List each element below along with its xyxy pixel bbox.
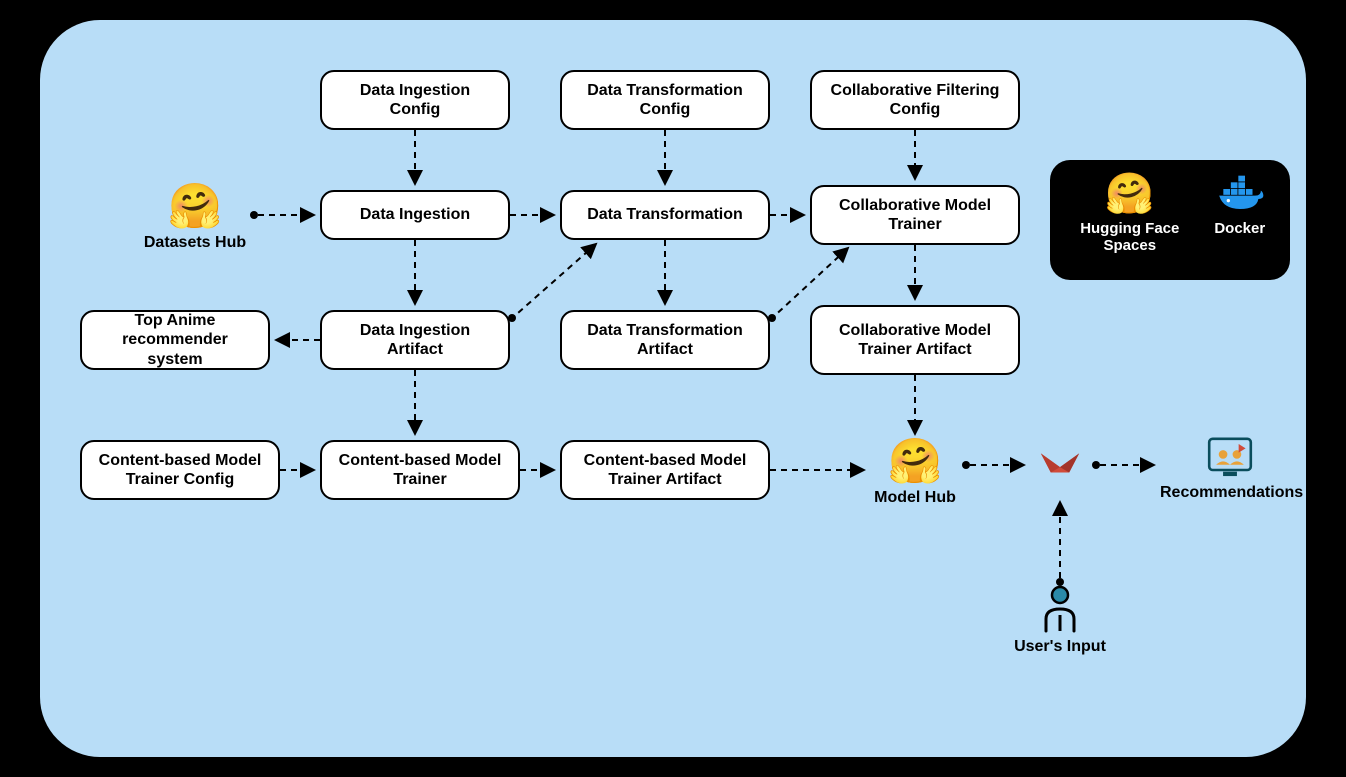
node-label: Data Transformation	[587, 205, 743, 224]
hugging-face-icon: 🤗	[1105, 174, 1155, 214]
hugging-face-icon: 🤗	[140, 185, 250, 229]
icon-caption: Datasets Hub	[140, 233, 250, 252]
node-label: Data Transformation Config	[574, 81, 756, 119]
deploy-label: Docker	[1214, 220, 1265, 237]
node-label: Data Transformation Artifact	[574, 321, 756, 359]
deploy-hf-spaces: 🤗 Hugging Face Spaces	[1075, 174, 1185, 254]
node-data-transformation: Data Transformation	[560, 190, 770, 240]
node-data-transformation-config: Data Transformation Config	[560, 70, 770, 130]
node-label: Data Ingestion Artifact	[334, 321, 496, 359]
icon-caption: User's Input	[1010, 637, 1110, 656]
user-icon	[1040, 585, 1080, 633]
diagram-canvas: Data Ingestion Config Data Transformatio…	[40, 20, 1306, 757]
node-data-ingestion-config: Data Ingestion Config	[320, 70, 510, 130]
model-hub-icon: 🤗 Model Hub	[870, 440, 960, 507]
node-label: Content-based Model Trainer Config	[94, 451, 266, 489]
streamlit-icon	[1037, 445, 1083, 477]
streamlit-icon-wrap	[1030, 445, 1090, 482]
node-content-based-trainer-artifact: Content-based Model Trainer Artifact	[560, 440, 770, 500]
deploy-label: Hugging Face Spaces	[1075, 220, 1185, 254]
node-label: Data Ingestion Config	[334, 81, 496, 119]
node-content-based-trainer-config: Content-based Model Trainer Config	[80, 440, 280, 500]
icon-caption: Model Hub	[870, 488, 960, 507]
node-top-anime-recommender: Top Anime recommender system	[80, 310, 270, 370]
deployment-box: 🤗 Hugging Face Spaces Docker	[1050, 160, 1290, 280]
node-collaborative-model-trainer: Collaborative Model Trainer	[810, 185, 1020, 245]
node-label: Top Anime recommender system	[94, 311, 256, 369]
node-label: Collaborative Model Trainer	[824, 196, 1006, 234]
node-label: Data Ingestion	[360, 205, 470, 224]
icon-caption: Recommendations	[1160, 483, 1300, 502]
node-data-ingestion: Data Ingestion	[320, 190, 510, 240]
recommendations-icon	[1204, 435, 1256, 479]
docker-icon	[1215, 174, 1265, 214]
datasets-hub-icon: 🤗 Datasets Hub	[140, 185, 250, 252]
node-data-transformation-artifact: Data Transformation Artifact	[560, 310, 770, 370]
node-label: Content-based Model Trainer Artifact	[574, 451, 756, 489]
node-collaborative-filtering-config: Collaborative Filtering Config	[810, 70, 1020, 130]
deploy-docker: Docker	[1214, 174, 1265, 237]
hugging-face-icon: 🤗	[870, 440, 960, 484]
node-label: Collaborative Model Trainer Artifact	[824, 321, 1006, 359]
node-collaborative-model-trainer-artifact: Collaborative Model Trainer Artifact	[810, 305, 1020, 375]
users-input-icon-wrap: User's Input	[1010, 585, 1110, 656]
node-label: Content-based Model Trainer	[334, 451, 506, 489]
diagram-arrows	[40, 20, 1306, 757]
node-content-based-trainer: Content-based Model Trainer	[320, 440, 520, 500]
node-data-ingestion-artifact: Data Ingestion Artifact	[320, 310, 510, 370]
node-label: Collaborative Filtering Config	[824, 81, 1006, 119]
recommendations-icon-wrap: Recommendations	[1160, 435, 1300, 502]
